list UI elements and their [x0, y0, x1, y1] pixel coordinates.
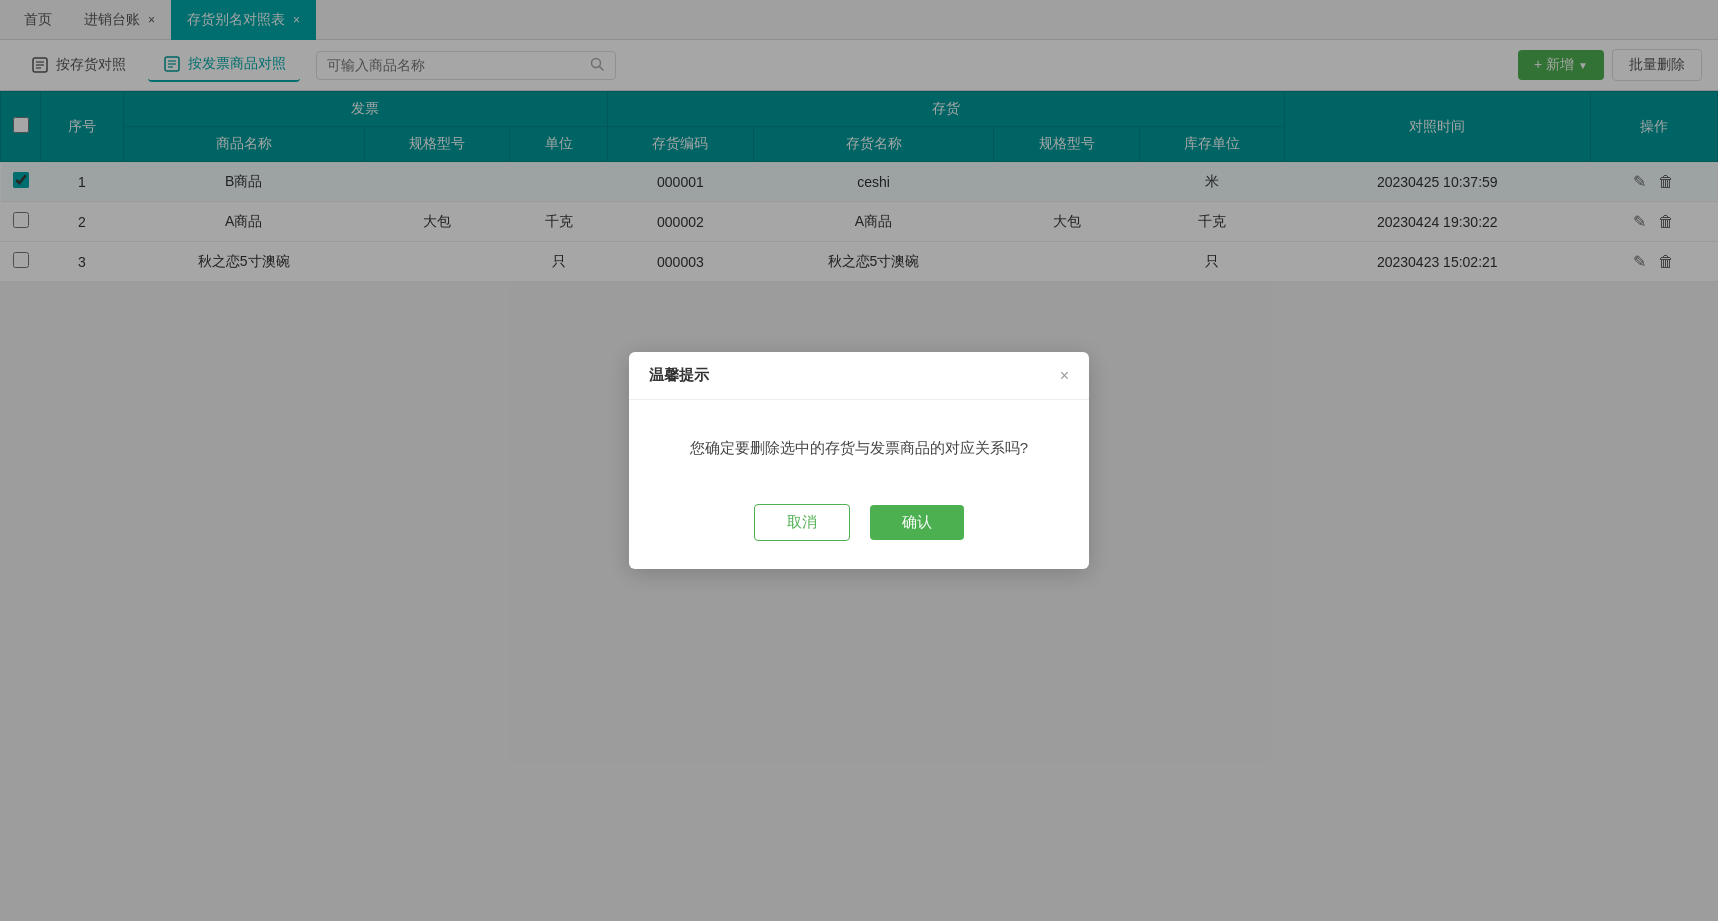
modal-overlay: 温馨提示 × 您确定要删除选中的存货与发票商品的对应关系吗? 取消 确认 — [0, 0, 1718, 282]
